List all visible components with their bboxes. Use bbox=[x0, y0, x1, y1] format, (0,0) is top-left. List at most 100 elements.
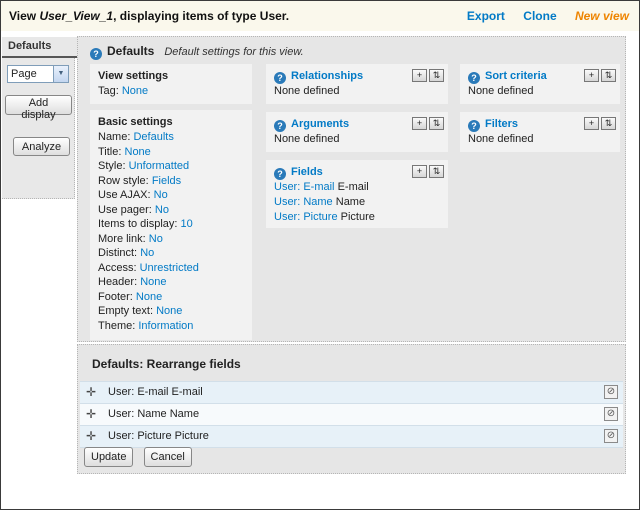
title-prefix: View bbox=[9, 9, 40, 23]
arguments-link[interactable]: Arguments bbox=[291, 118, 349, 130]
display-type-value: Page bbox=[11, 68, 37, 80]
add-sort-button[interactable]: + bbox=[584, 69, 599, 82]
remove-field-button[interactable]: ⊘ bbox=[604, 407, 618, 421]
display-settings-panel: ? Defaults Default settings for this view.… bbox=[77, 36, 626, 342]
field-item-label: Name bbox=[332, 196, 366, 208]
view-settings-box: View settings Tag: None bbox=[90, 64, 252, 104]
add-relationship-button[interactable]: + bbox=[412, 69, 427, 82]
setting-value-link[interactable]: Fields bbox=[152, 175, 181, 187]
setting-value-link[interactable]: None bbox=[125, 146, 151, 158]
rearrange-fields-button[interactable]: ⇅ bbox=[429, 165, 444, 178]
views-ui-page: View User_View_1, displaying items of ty… bbox=[0, 0, 640, 510]
panel-heading-subtitle: Default settings for this view. bbox=[164, 46, 304, 58]
sort-criteria-link[interactable]: Sort criteria bbox=[485, 70, 547, 82]
tag-value-link[interactable]: None bbox=[122, 85, 148, 97]
update-button[interactable]: Update bbox=[84, 447, 134, 467]
setting-value-link[interactable]: No bbox=[154, 189, 168, 201]
filters-empty-text: None defined bbox=[468, 133, 534, 145]
help-icon[interactable]: ? bbox=[468, 120, 480, 132]
setting-value-link[interactable]: No bbox=[155, 204, 169, 216]
setting-label: Use AJAX: bbox=[98, 189, 151, 201]
drag-handle-icon[interactable]: ✛ bbox=[86, 426, 96, 447]
setting-value-link[interactable]: None bbox=[140, 276, 166, 288]
add-filter-button[interactable]: + bbox=[584, 117, 599, 130]
setting-value-link[interactable]: Defaults bbox=[133, 131, 173, 143]
row-label: User: Name Name bbox=[108, 408, 200, 420]
tab-defaults[interactable]: Defaults bbox=[2, 37, 85, 58]
page-title: View User_View_1, displaying items of ty… bbox=[9, 1, 289, 31]
new-view-link[interactable]: New view bbox=[575, 9, 629, 23]
field-item-link[interactable]: User: Name bbox=[274, 196, 333, 208]
remove-field-button[interactable]: ⊘ bbox=[604, 429, 618, 443]
view-settings-title: View settings bbox=[98, 70, 169, 82]
setting-value-link[interactable]: None bbox=[136, 291, 162, 303]
field-item-link[interactable]: User: Picture bbox=[274, 211, 338, 223]
relationships-link[interactable]: Relationships bbox=[291, 70, 363, 82]
setting-label: Items to display: bbox=[98, 218, 178, 230]
add-display-button[interactable]: Add display bbox=[5, 95, 72, 121]
field-item-label: Picture bbox=[337, 211, 375, 223]
rearrange-sorts-button[interactable]: ⇅ bbox=[601, 69, 616, 82]
remove-field-button[interactable]: ⊘ bbox=[604, 385, 618, 399]
sort-criteria-box: ? Sort criteria + ⇅ None defined bbox=[460, 64, 620, 104]
help-icon[interactable]: ? bbox=[274, 168, 286, 180]
drag-handle-icon[interactable]: ✛ bbox=[86, 382, 96, 403]
setting-label: Row style: bbox=[98, 174, 149, 187]
rearrange-title: Defaults: Rearrange fields bbox=[92, 357, 241, 371]
rearrange-relationships-button[interactable]: ⇅ bbox=[429, 69, 444, 82]
setting-label: Header: bbox=[98, 276, 138, 288]
setting-label: Theme: bbox=[98, 319, 136, 332]
cancel-button[interactable]: Cancel bbox=[143, 447, 192, 467]
title-suffix: , displaying items of type User. bbox=[113, 9, 290, 23]
help-icon[interactable]: ? bbox=[274, 120, 286, 132]
setting-value-link[interactable]: None bbox=[156, 305, 182, 317]
setting-value-link[interactable]: 10 bbox=[181, 218, 193, 230]
setting-label: Access: bbox=[98, 261, 137, 274]
table-row: ✛ User: E-mail E-mail ⊘ bbox=[80, 381, 623, 404]
rearrange-fields-panel: Defaults: Rearrange fields ✛ User: E-mai… bbox=[77, 344, 626, 474]
field-item-link[interactable]: User: E-mail bbox=[274, 181, 335, 193]
row-label: User: Picture Picture bbox=[108, 430, 209, 442]
setting-value-link[interactable]: Unformatted bbox=[129, 160, 190, 172]
fields-link[interactable]: Fields bbox=[291, 166, 323, 178]
export-link[interactable]: Export bbox=[467, 9, 505, 23]
rearrange-arguments-button[interactable]: ⇅ bbox=[429, 117, 444, 130]
add-field-button[interactable]: + bbox=[412, 165, 427, 178]
setting-label: More link: bbox=[98, 232, 146, 245]
analyze-button[interactable]: Analyze bbox=[13, 137, 70, 156]
drag-handle-icon[interactable]: ✛ bbox=[86, 404, 96, 425]
rearrange-rows: ✛ User: E-mail E-mail ⊘ ✛ User: Name Nam… bbox=[80, 381, 623, 448]
setting-label: Footer: bbox=[98, 290, 133, 303]
select-arrow-icon: ▼ bbox=[53, 66, 68, 82]
filters-box: ? Filters + ⇅ None defined bbox=[460, 112, 620, 152]
arguments-empty-text: None defined bbox=[274, 133, 340, 145]
basic-settings-box: Basic settings Name: Defaults Title: Non… bbox=[90, 110, 252, 340]
setting-value-link[interactable]: No bbox=[140, 247, 154, 259]
setting-value-link[interactable]: No bbox=[149, 233, 163, 245]
fields-box: ? Fields + ⇅ User: E-mail E-mail User: Na… bbox=[266, 160, 448, 228]
arguments-box: ? Arguments + ⇅ None defined bbox=[266, 112, 448, 152]
setting-label: Style: bbox=[98, 160, 126, 172]
table-row: ✛ User: Picture Picture ⊘ bbox=[80, 426, 623, 448]
rearrange-filters-button[interactable]: ⇅ bbox=[601, 117, 616, 130]
setting-label: Use pager: bbox=[98, 203, 152, 216]
view-name: User_View_1 bbox=[39, 9, 114, 23]
basic-settings-title: Basic settings bbox=[98, 116, 173, 128]
setting-value-link[interactable]: Unrestricted bbox=[140, 262, 199, 274]
clone-link[interactable]: Clone bbox=[523, 9, 556, 23]
help-icon[interactable]: ? bbox=[274, 72, 286, 84]
setting-value-link[interactable]: Information bbox=[138, 320, 193, 332]
panel-heading: ? Defaults Default settings for this view. bbox=[90, 43, 304, 60]
setting-label: Title: bbox=[98, 145, 122, 158]
tag-label: Tag: bbox=[98, 85, 119, 97]
help-icon[interactable]: ? bbox=[468, 72, 480, 84]
panel-heading-title: Defaults bbox=[107, 44, 155, 58]
table-row: ✛ User: Name Name ⊘ bbox=[80, 404, 623, 426]
filters-link[interactable]: Filters bbox=[485, 118, 518, 130]
add-argument-button[interactable]: + bbox=[412, 117, 427, 130]
help-icon[interactable]: ? bbox=[90, 48, 102, 60]
display-type-select[interactable]: Page ▼ bbox=[7, 65, 69, 83]
display-sidebar: Page ▼ Add display Analyze bbox=[2, 58, 75, 199]
setting-label: Empty text: bbox=[98, 305, 154, 317]
setting-label: Distinct: bbox=[98, 247, 138, 259]
